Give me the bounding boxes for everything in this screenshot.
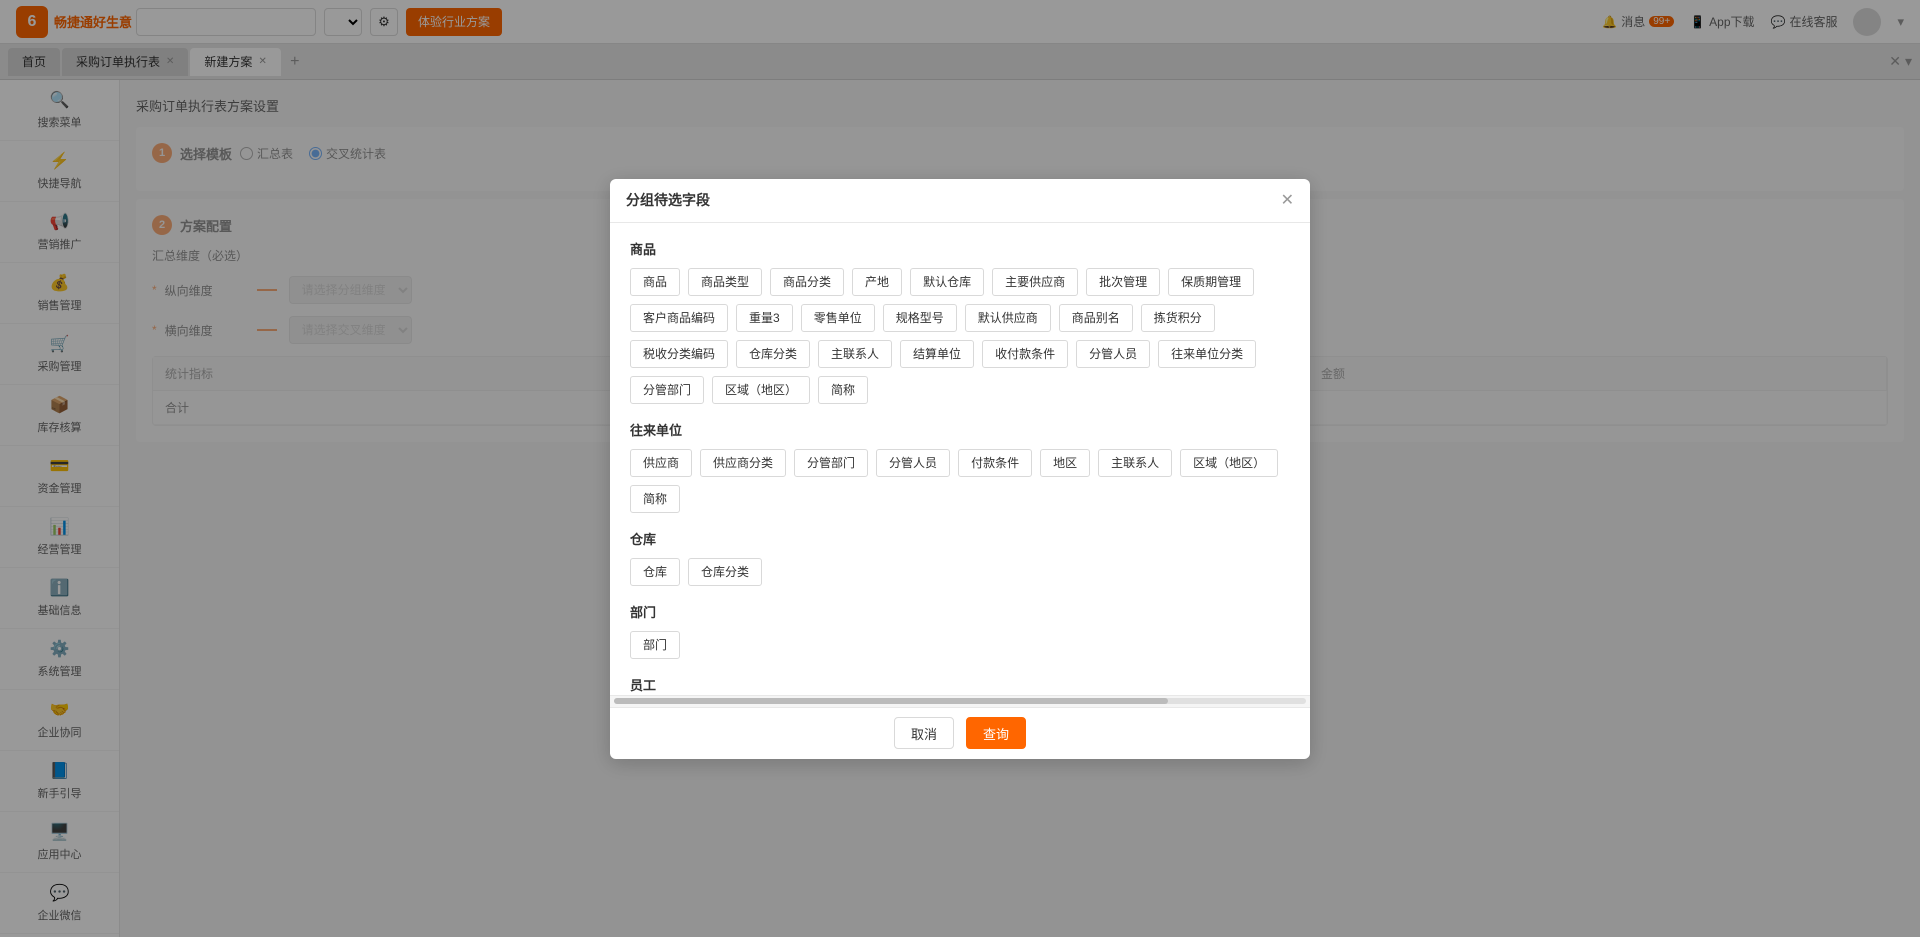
field-tag-goods-alias[interactable]: 商品别名 (1059, 304, 1133, 332)
modal-footer: 取消 查询 (610, 707, 1310, 759)
field-tag-main-contact-cp[interactable]: 主联系人 (1098, 449, 1172, 477)
field-tag-trade-unit-category[interactable]: 往来单位分类 (1158, 340, 1256, 368)
modal-title: 分组待选字段 (626, 190, 710, 210)
modal-header: 分组待选字段 ✕ (610, 179, 1310, 223)
field-group-warehouse-title: 仓库 (630, 529, 1290, 548)
field-tag-warehouse-category[interactable]: 仓库分类 (736, 340, 810, 368)
field-tags-goods: 商品 商品类型 商品分类 产地 默认仓库 主要供应商 批次管理 保质期管理 客户… (630, 268, 1290, 404)
field-tag-settlement-unit[interactable]: 结算单位 (900, 340, 974, 368)
field-tag-goods-item[interactable]: 商品 (630, 268, 680, 296)
field-tag-warehouse[interactable]: 仓库 (630, 558, 680, 586)
field-tag-goods-type[interactable]: 商品类型 (688, 268, 762, 296)
hscroll-track[interactable] (614, 698, 1306, 704)
field-tag-default-supplier[interactable]: 默认供应商 (965, 304, 1051, 332)
field-tag-main-contact[interactable]: 主联系人 (818, 340, 892, 368)
field-tag-tax-code[interactable]: 税收分类编码 (630, 340, 728, 368)
field-group-counterpart-title: 往来单位 (630, 420, 1290, 439)
modal-overlay: 分组待选字段 ✕ 商品 商品 商品类型 商品分类 产地 默认仓库 主要供应商 批… (0, 0, 1920, 937)
field-group-goods: 商品 商品 商品类型 商品分类 产地 默认仓库 主要供应商 批次管理 保质期管理… (630, 239, 1290, 404)
field-tag-supplier[interactable]: 供应商 (630, 449, 692, 477)
field-group-dept: 部门 部门 (630, 602, 1290, 659)
field-tag-spec[interactable]: 规格型号 (883, 304, 957, 332)
field-tag-retail-unit[interactable]: 零售单位 (801, 304, 875, 332)
field-tag-supervisor[interactable]: 分管人员 (1076, 340, 1150, 368)
field-tag-goods-category[interactable]: 商品分类 (770, 268, 844, 296)
confirm-button[interactable]: 查询 (966, 717, 1026, 749)
field-tag-pick-points[interactable]: 拣货积分 (1141, 304, 1215, 332)
field-tags-warehouse: 仓库 仓库分类 (630, 558, 1290, 586)
modal-close-btn[interactable]: ✕ (1281, 190, 1294, 210)
field-tags-counterpart: 供应商 供应商分类 分管部门 分管人员 付款条件 地区 主联系人 区域（地区） … (630, 449, 1290, 513)
field-tag-customer-code[interactable]: 客户商品编码 (630, 304, 728, 332)
field-tag-batch-mgmt[interactable]: 批次管理 (1086, 268, 1160, 296)
modal-body: 商品 商品 商品类型 商品分类 产地 默认仓库 主要供应商 批次管理 保质期管理… (610, 223, 1310, 695)
field-group-employee-title: 员工 (630, 675, 1290, 694)
field-group-counterpart: 往来单位 供应商 供应商分类 分管部门 分管人员 付款条件 地区 主联系人 区域… (630, 420, 1290, 513)
field-tag-default-warehouse[interactable]: 默认仓库 (910, 268, 984, 296)
cancel-button[interactable]: 取消 (894, 717, 954, 749)
field-select-modal: 分组待选字段 ✕ 商品 商品 商品类型 商品分类 产地 默认仓库 主要供应商 批… (610, 179, 1310, 759)
field-tag-abbr-goods[interactable]: 简称 (818, 376, 868, 404)
field-tag-area[interactable]: 地区 (1040, 449, 1090, 477)
field-tag-abbr-cp[interactable]: 简称 (630, 485, 680, 513)
field-tag-shelf-life[interactable]: 保质期管理 (1168, 268, 1254, 296)
field-tag-payment-cond[interactable]: 付款条件 (958, 449, 1032, 477)
modal-hscroll[interactable] (610, 695, 1310, 707)
field-tag-main-supplier[interactable]: 主要供应商 (992, 268, 1078, 296)
field-group-goods-title: 商品 (630, 239, 1290, 258)
field-tags-dept: 部门 (630, 631, 1290, 659)
field-tag-origin[interactable]: 产地 (852, 268, 902, 296)
field-tag-region-cp[interactable]: 区域（地区） (1180, 449, 1278, 477)
field-tag-supplier-category[interactable]: 供应商分类 (700, 449, 786, 477)
hscroll-thumb[interactable] (614, 698, 1168, 704)
field-group-warehouse: 仓库 仓库 仓库分类 (630, 529, 1290, 586)
field-tag-weight[interactable]: 重量3 (736, 304, 793, 332)
field-group-dept-title: 部门 (630, 602, 1290, 621)
field-tag-payment-terms[interactable]: 收付款条件 (982, 340, 1068, 368)
field-tag-dept-cp[interactable]: 分管部门 (794, 449, 868, 477)
field-tag-supervisor-cp[interactable]: 分管人员 (876, 449, 950, 477)
field-group-employee: 员工 业务员 (630, 675, 1290, 695)
field-tag-dept[interactable]: 部门 (630, 631, 680, 659)
field-tag-region-goods[interactable]: 区域（地区） (712, 376, 810, 404)
field-tag-dept-in-charge[interactable]: 分管部门 (630, 376, 704, 404)
field-tag-warehouse-cat[interactable]: 仓库分类 (688, 558, 762, 586)
